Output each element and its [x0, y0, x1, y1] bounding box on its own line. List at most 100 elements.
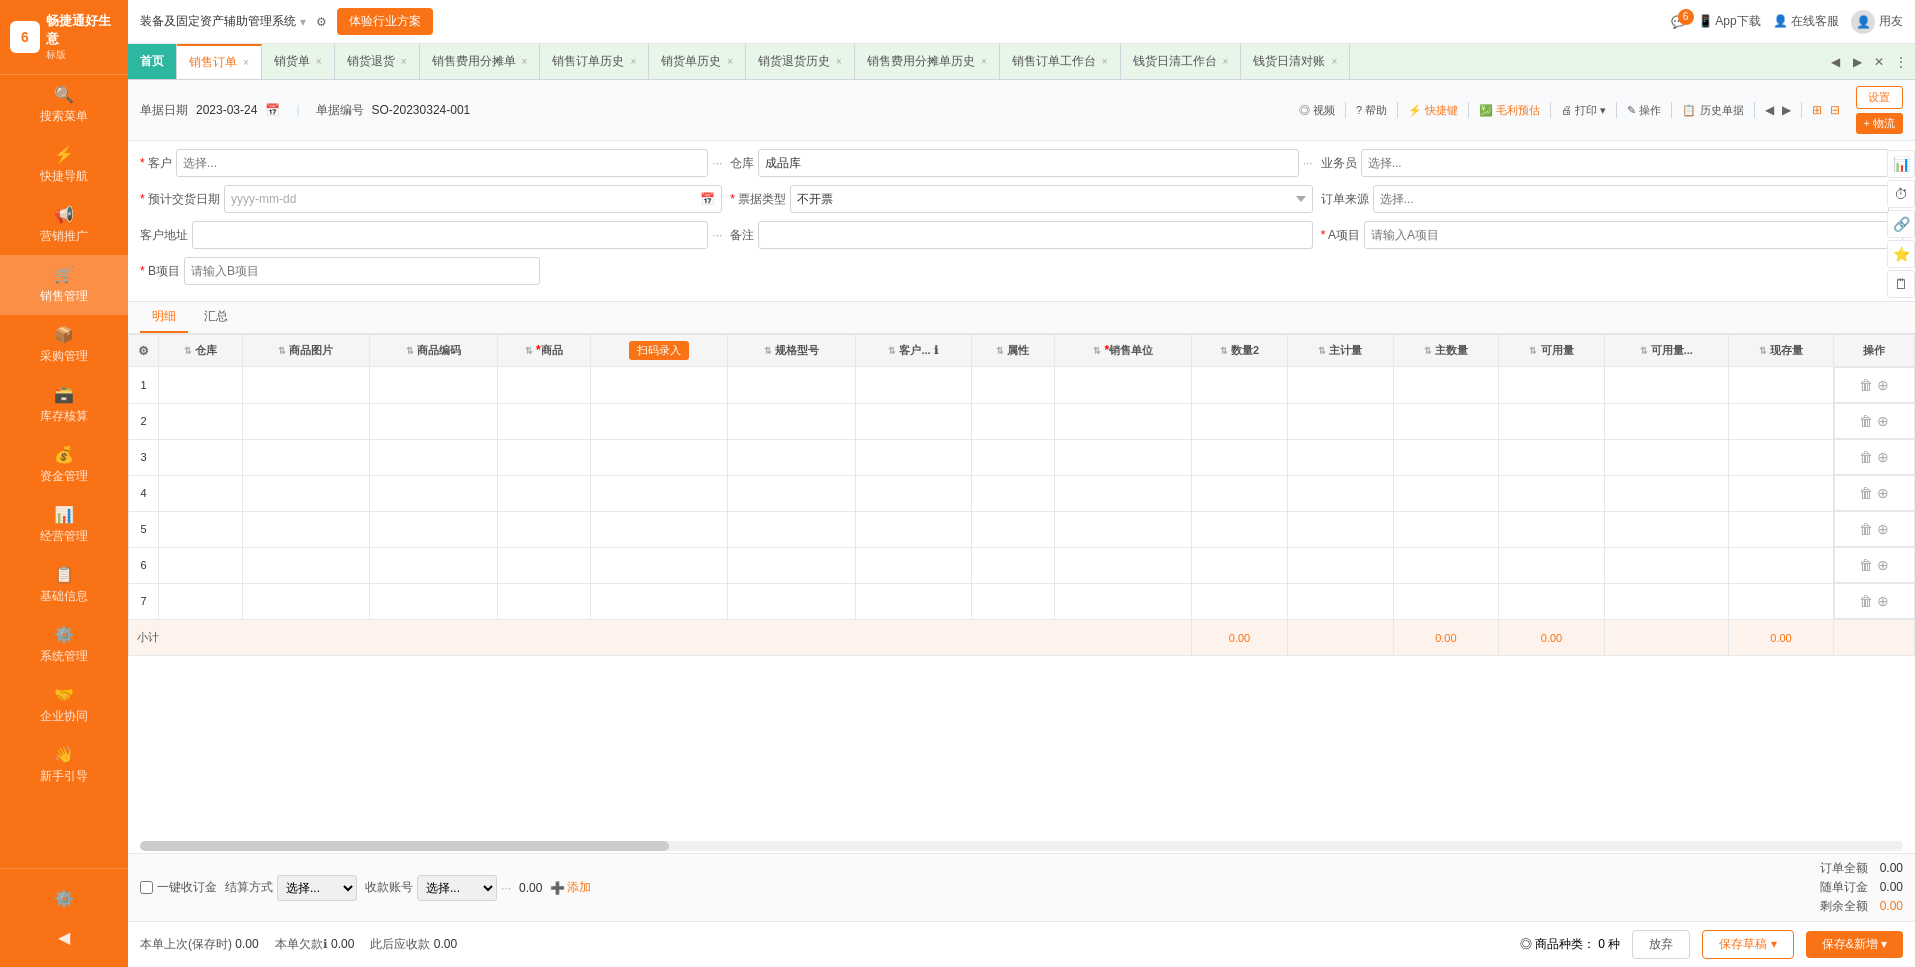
row-copy-icon[interactable]: ⊕: [1877, 377, 1889, 393]
table-cell[interactable]: [497, 475, 590, 511]
table-cell[interactable]: [1287, 439, 1393, 475]
b-project-input[interactable]: [184, 257, 540, 285]
th-product-code[interactable]: ⇅ 商品编码: [370, 335, 498, 367]
sidebar-item-settings[interactable]: ⚙️: [0, 879, 128, 918]
table-cell[interactable]: [1728, 583, 1834, 620]
table-cell[interactable]: [590, 475, 727, 511]
table-cell[interactable]: [159, 547, 243, 583]
row-copy-icon[interactable]: ⊕: [1877, 521, 1889, 537]
table-cell[interactable]: [1393, 583, 1499, 620]
row-copy-icon[interactable]: ⊕: [1877, 449, 1889, 465]
help-btn[interactable]: ? 帮助: [1356, 103, 1387, 118]
row-delete-icon[interactable]: 🗑: [1859, 593, 1873, 609]
table-cell[interactable]: [728, 475, 856, 511]
tab-return-history[interactable]: 销货单历史 ×: [649, 44, 746, 80]
table-cell[interactable]: [855, 439, 971, 475]
warehouse-dots[interactable]: ···: [1303, 156, 1313, 170]
remark-input[interactable]: [758, 221, 1312, 249]
table-cell[interactable]: [1604, 583, 1728, 620]
th-sales-unit[interactable]: ⇅ *销售单位: [1055, 335, 1192, 367]
table-cell[interactable]: [728, 403, 856, 439]
table-cell[interactable]: [242, 583, 370, 620]
table-cell[interactable]: [242, 439, 370, 475]
table-cell[interactable]: [242, 403, 370, 439]
row-delete-icon[interactable]: 🗑: [1859, 377, 1873, 393]
shortcut-btn[interactable]: ⚡ 快捷键: [1408, 103, 1458, 118]
add-pay-button[interactable]: ➕ 添加: [550, 879, 591, 896]
add-logistics-button[interactable]: + 物流: [1856, 113, 1903, 134]
tab-cash-reconcile[interactable]: 钱货日清对账 ×: [1241, 44, 1350, 80]
right-icon-link[interactable]: 🔗: [1887, 210, 1915, 238]
video-btn[interactable]: ◎ 视频: [1299, 103, 1335, 118]
table-cell[interactable]: [1604, 367, 1728, 404]
table-cell[interactable]: [159, 403, 243, 439]
table-scrollbar[interactable]: [140, 841, 1903, 851]
sidebar-item-search[interactable]: 🔍 搜索菜单: [0, 75, 128, 135]
tab-prev-btn[interactable]: ◀: [1825, 52, 1845, 72]
pay-account-dots[interactable]: ···: [501, 881, 511, 895]
table-cell[interactable]: [1287, 547, 1393, 583]
gear-icon[interactable]: ⚙: [138, 344, 149, 358]
table-cell[interactable]: [1604, 547, 1728, 583]
table-cell[interactable]: [855, 511, 971, 547]
tab-more-btn[interactable]: ⋮: [1891, 52, 1911, 72]
table-cell[interactable]: [1499, 511, 1605, 547]
table-cell[interactable]: [370, 583, 498, 620]
table-cell[interactable]: [1192, 403, 1288, 439]
table-cell[interactable]: [1192, 367, 1288, 404]
sidebar-item-guide[interactable]: 👋 新手引导: [0, 735, 128, 795]
tab-close-returngoods[interactable]: ×: [401, 56, 407, 67]
table-cell[interactable]: [1499, 367, 1605, 404]
table-cell[interactable]: [1055, 511, 1192, 547]
pay-checkbox-label[interactable]: 一键收订金: [140, 879, 217, 896]
table-cell[interactable]: [1728, 475, 1834, 511]
table-cell[interactable]: [971, 403, 1055, 439]
save-new-button[interactable]: 保存&新增 ▾: [1806, 931, 1903, 958]
table-cell[interactable]: [590, 511, 727, 547]
calendar-icon[interactable]: 📅: [265, 103, 280, 117]
table-cell[interactable]: [159, 511, 243, 547]
table-cell[interactable]: [728, 547, 856, 583]
invoice-type-select[interactable]: 不开票 增值税专用发票 增值税普通发票: [790, 185, 1312, 213]
customer-address-dots[interactable]: ···: [712, 228, 722, 242]
th-product-img[interactable]: ⇅ 商品图片: [242, 335, 370, 367]
th-spec[interactable]: ⇅ 规格型号: [728, 335, 856, 367]
table-cell[interactable]: [370, 403, 498, 439]
tab-close-sales-order[interactable]: ×: [243, 57, 249, 68]
tab-close-expense-split[interactable]: ×: [522, 56, 528, 67]
table-cell[interactable]: [1192, 439, 1288, 475]
table-cell[interactable]: [728, 367, 856, 404]
th-qty2[interactable]: ⇅ 数量2: [1192, 335, 1288, 367]
tab-close-sales-return[interactable]: ×: [316, 56, 322, 67]
row-delete-icon[interactable]: 🗑: [1859, 557, 1873, 573]
th-main-qty[interactable]: ⇅ 主数量: [1393, 335, 1499, 367]
sidebar-item-basicinfo[interactable]: 📋 基础信息: [0, 555, 128, 615]
th-gear[interactable]: ⚙: [129, 335, 159, 367]
profit-btn[interactable]: 💹 毛利预估: [1479, 103, 1540, 118]
table-cell[interactable]: [497, 583, 590, 620]
table-cell[interactable]: [855, 547, 971, 583]
th-available-qty2[interactable]: ⇅ 可用量...: [1604, 335, 1728, 367]
table-cell[interactable]: [1287, 367, 1393, 404]
action-btn[interactable]: ✎ 操作: [1627, 103, 1661, 118]
tab-next-btn[interactable]: ▶: [1847, 52, 1867, 72]
tab-sales-order[interactable]: 销售订单 ×: [177, 44, 262, 80]
table-cell[interactable]: [242, 475, 370, 511]
user-info[interactable]: 👤 用友: [1851, 10, 1903, 34]
row-delete-icon[interactable]: 🗑: [1859, 485, 1873, 501]
table-cell[interactable]: [497, 403, 590, 439]
table-cell[interactable]: [1055, 583, 1192, 620]
tab-close-cash-reconcile[interactable]: ×: [1331, 56, 1337, 67]
th-available-qty[interactable]: ⇅ 可用量: [1499, 335, 1605, 367]
table-cell[interactable]: [497, 547, 590, 583]
tab-close-all-btn[interactable]: ✕: [1869, 52, 1889, 72]
right-icon-note[interactable]: 🗒: [1887, 270, 1915, 298]
customer-address-input[interactable]: [192, 221, 708, 249]
tab-close-order-history[interactable]: ×: [630, 56, 636, 67]
table-cell[interactable]: [370, 547, 498, 583]
message-icon[interactable]: 💬 6: [1671, 15, 1686, 29]
th-current-stock[interactable]: ⇅ 现存量: [1728, 335, 1834, 367]
sub-tab-summary[interactable]: 汇总: [192, 302, 240, 333]
table-cell[interactable]: [971, 583, 1055, 620]
prev-record-icon[interactable]: ◀: [1765, 103, 1774, 117]
